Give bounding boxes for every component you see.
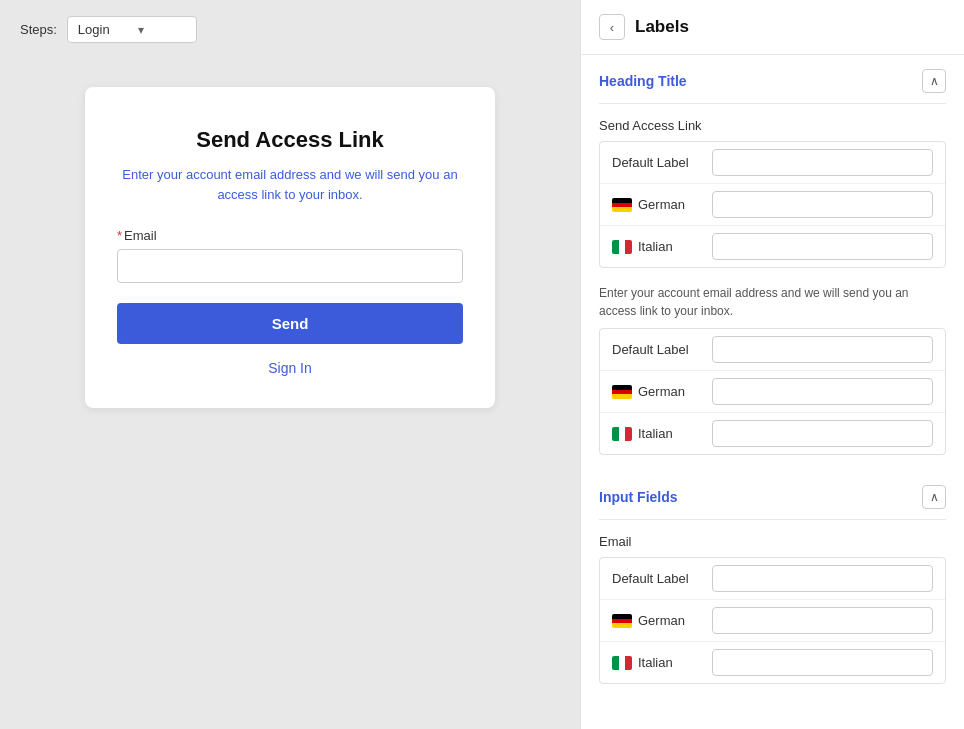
chevron-up-icon: ∧ (930, 74, 939, 88)
section-input-fields-label: Input Fields (599, 489, 678, 505)
lang-table-send-access-link-heading: Default Label German Italian (599, 141, 946, 268)
lang-label-email-italian: Italian (612, 655, 702, 670)
label-group-send-access-link-heading: Send Access Link Default Label German (599, 118, 946, 268)
collapse-heading-title-button[interactable]: ∧ (922, 69, 946, 93)
right-header: ‹ Labels (581, 0, 964, 55)
left-panel: Steps: Login ▾ Send Access Link Enter yo… (0, 0, 580, 729)
lang-input-german-heading[interactable] (712, 191, 933, 218)
lang-input-email-default[interactable] (712, 565, 933, 592)
lang-input-italian-desc[interactable] (712, 420, 933, 447)
flag-german-email-icon (612, 614, 632, 628)
lang-input-default-desc[interactable] (712, 336, 933, 363)
lang-input-email-italian[interactable] (712, 649, 933, 676)
right-panel: ‹ Labels Heading Title ∧ Send Access Lin… (580, 0, 964, 729)
lang-row-email-german: German (600, 600, 945, 642)
lang-input-italian-heading[interactable] (712, 233, 933, 260)
section-heading-title: Heading Title ∧ (599, 55, 946, 104)
flag-italian-icon (612, 240, 632, 254)
panel-title: Labels (635, 17, 689, 37)
chevron-left-icon: ‹ (610, 20, 614, 35)
lang-label-default-desc: Default Label (612, 342, 702, 357)
flag-german-icon (612, 198, 632, 212)
lang-row-email-italian: Italian (600, 642, 945, 683)
lang-label-email-german: German (612, 613, 702, 628)
steps-bar: Steps: Login ▾ (20, 16, 560, 43)
right-content: Heading Title ∧ Send Access Link Default… (581, 55, 964, 720)
required-mark: * (117, 228, 122, 243)
sign-in-link[interactable]: Sign In (268, 360, 312, 376)
steps-selected-value: Login (78, 22, 110, 37)
group-desc-send-access-link: Enter your account email address and we … (599, 284, 946, 320)
label-group-send-access-link-desc: Enter your account email address and we … (599, 284, 946, 455)
lang-row-italian-desc: Italian (600, 413, 945, 454)
lang-row-german: German (600, 184, 945, 226)
steps-label: Steps: (20, 22, 57, 37)
flag-italian-desc-icon (612, 427, 632, 441)
lang-input-default-heading[interactable] (712, 149, 933, 176)
section-input-fields: Input Fields ∧ (599, 471, 946, 520)
lang-label-italian: Italian (612, 239, 702, 254)
lang-label-email-default: Default Label (612, 571, 702, 586)
lang-label-default: Default Label (612, 155, 702, 170)
lang-row-default: Default Label (600, 142, 945, 184)
steps-select[interactable]: Login ▾ (67, 16, 197, 43)
email-input[interactable] (117, 249, 463, 283)
chevron-down-icon: ▾ (138, 23, 144, 37)
back-button[interactable]: ‹ (599, 14, 625, 40)
card-subtitle: Enter your account email address and we … (117, 165, 463, 204)
lang-row-italian: Italian (600, 226, 945, 267)
lang-table-email: Default Label German Italian (599, 557, 946, 684)
lang-label-italian-desc: Italian (612, 426, 702, 441)
lang-table-send-access-link-desc: Default Label German Italian (599, 328, 946, 455)
lang-label-german: German (612, 197, 702, 212)
section-heading-title-label: Heading Title (599, 73, 687, 89)
email-field-label: *Email (117, 228, 463, 243)
flag-german-desc-icon (612, 385, 632, 399)
card-title: Send Access Link (117, 127, 463, 153)
group-title-send-access-link: Send Access Link (599, 118, 946, 133)
lang-row-default-desc: Default Label (600, 329, 945, 371)
collapse-input-fields-button[interactable]: ∧ (922, 485, 946, 509)
flag-italian-email-icon (612, 656, 632, 670)
lang-input-german-desc[interactable] (712, 378, 933, 405)
lang-row-email-default: Default Label (600, 558, 945, 600)
lang-label-german-desc: German (612, 384, 702, 399)
preview-card: Send Access Link Enter your account emai… (85, 87, 495, 408)
send-button[interactable]: Send (117, 303, 463, 344)
lang-row-german-desc: German (600, 371, 945, 413)
chevron-up-icon-2: ∧ (930, 490, 939, 504)
group-title-email: Email (599, 534, 946, 549)
lang-input-email-german[interactable] (712, 607, 933, 634)
label-group-email: Email Default Label German Italia (599, 534, 946, 684)
